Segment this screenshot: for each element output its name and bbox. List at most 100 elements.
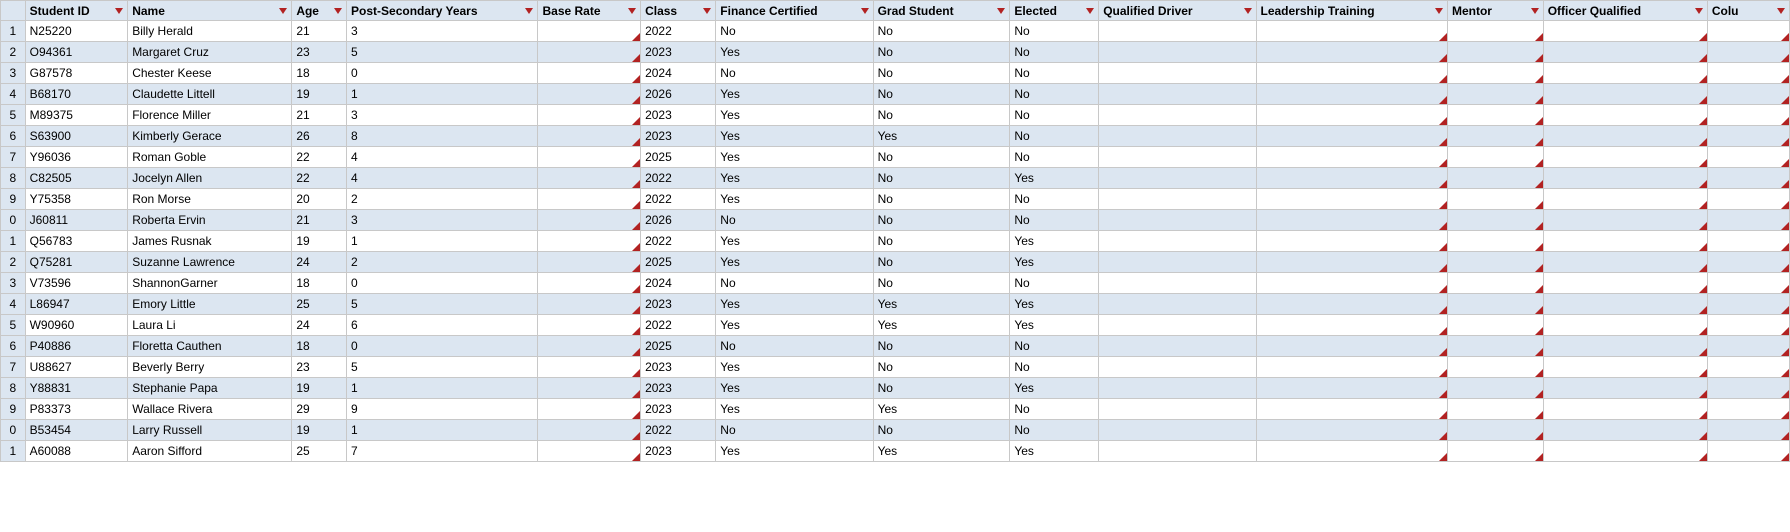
post-sec-cell[interactable]: 4: [347, 168, 538, 189]
table-row[interactable]: 6S63900Kimberly Gerace2682023YesYesNo: [1, 126, 1790, 147]
student-id-cell[interactable]: B53454: [25, 420, 128, 441]
elected-cell[interactable]: Yes: [1010, 294, 1099, 315]
grad-cell[interactable]: Yes: [873, 126, 1010, 147]
mentor-cell[interactable]: [1447, 231, 1543, 252]
leadership-cell[interactable]: [1256, 84, 1447, 105]
age-cell[interactable]: 25: [292, 441, 347, 462]
elected-cell[interactable]: No: [1010, 189, 1099, 210]
officer-cell[interactable]: [1543, 147, 1707, 168]
finance-cell[interactable]: No: [716, 210, 873, 231]
finance-cell[interactable]: Yes: [716, 252, 873, 273]
col-header-elected[interactable]: Elected: [1010, 1, 1099, 21]
col-header-name[interactable]: Name: [128, 1, 292, 21]
col-header-mentor[interactable]: Mentor: [1447, 1, 1543, 21]
class-cell[interactable]: 2024: [641, 63, 716, 84]
post-sec-cell[interactable]: 1: [347, 420, 538, 441]
post-sec-cell[interactable]: 2: [347, 252, 538, 273]
leadership-cell[interactable]: [1256, 273, 1447, 294]
officer-cell[interactable]: [1543, 84, 1707, 105]
student-id-cell[interactable]: O94361: [25, 42, 128, 63]
col-header-base-rate[interactable]: Base Rate: [538, 1, 641, 21]
name-cell[interactable]: Aaron Sifford: [128, 441, 292, 462]
elected-cell[interactable]: Yes: [1010, 168, 1099, 189]
post-sec-cell[interactable]: 1: [347, 231, 538, 252]
leadership-cell[interactable]: [1256, 126, 1447, 147]
extra-cell[interactable]: [1707, 63, 1789, 84]
post-sec-cell[interactable]: 3: [347, 21, 538, 42]
base-rate-cell[interactable]: [538, 231, 641, 252]
age-cell[interactable]: 20: [292, 189, 347, 210]
finance-cell[interactable]: No: [716, 420, 873, 441]
student-id-cell[interactable]: Y88831: [25, 378, 128, 399]
table-row[interactable]: 8Y88831Stephanie Papa1912023YesNoYes: [1, 378, 1790, 399]
table-row[interactable]: 2O94361Margaret Cruz2352023YesNoNo: [1, 42, 1790, 63]
qual-driver-cell[interactable]: [1099, 357, 1256, 378]
officer-cell[interactable]: [1543, 168, 1707, 189]
grad-cell[interactable]: Yes: [873, 441, 1010, 462]
mentor-cell[interactable]: [1447, 63, 1543, 84]
qual-driver-cell[interactable]: [1099, 126, 1256, 147]
mentor-cell[interactable]: [1447, 189, 1543, 210]
leadership-cell[interactable]: [1256, 189, 1447, 210]
class-cell[interactable]: 2023: [641, 42, 716, 63]
extra-cell[interactable]: [1707, 315, 1789, 336]
age-cell[interactable]: 23: [292, 357, 347, 378]
mentor-cell[interactable]: [1447, 273, 1543, 294]
post-sec-cell[interactable]: 3: [347, 210, 538, 231]
leadership-cell[interactable]: [1256, 147, 1447, 168]
table-row[interactable]: 3V73596ShannonGarner1802024NoNoNo: [1, 273, 1790, 294]
base-rate-cell[interactable]: [538, 294, 641, 315]
base-rate-cell[interactable]: [538, 420, 641, 441]
mentor-cell[interactable]: [1447, 357, 1543, 378]
name-cell[interactable]: Stephanie Papa: [128, 378, 292, 399]
col-header-student-id[interactable]: Student ID: [25, 1, 128, 21]
name-cell[interactable]: Jocelyn Allen: [128, 168, 292, 189]
name-cell[interactable]: ShannonGarner: [128, 273, 292, 294]
mentor-cell[interactable]: [1447, 126, 1543, 147]
table-row[interactable]: 0J60811Roberta Ervin2132026NoNoNo: [1, 210, 1790, 231]
base-rate-cell[interactable]: [538, 252, 641, 273]
table-row[interactable]: 7Y96036Roman Goble2242025YesNoNo: [1, 147, 1790, 168]
filter-arrow-qual-driver[interactable]: [1244, 8, 1252, 14]
name-cell[interactable]: Billy Herald: [128, 21, 292, 42]
class-cell[interactable]: 2024: [641, 273, 716, 294]
elected-cell[interactable]: Yes: [1010, 441, 1099, 462]
post-sec-cell[interactable]: 5: [347, 357, 538, 378]
name-cell[interactable]: Ron Morse: [128, 189, 292, 210]
age-cell[interactable]: 24: [292, 252, 347, 273]
grad-cell[interactable]: Yes: [873, 294, 1010, 315]
elected-cell[interactable]: Yes: [1010, 252, 1099, 273]
elected-cell[interactable]: No: [1010, 84, 1099, 105]
base-rate-cell[interactable]: [538, 189, 641, 210]
base-rate-cell[interactable]: [538, 357, 641, 378]
finance-cell[interactable]: No: [716, 273, 873, 294]
finance-cell[interactable]: Yes: [716, 42, 873, 63]
finance-cell[interactable]: Yes: [716, 378, 873, 399]
base-rate-cell[interactable]: [538, 147, 641, 168]
finance-cell[interactable]: Yes: [716, 315, 873, 336]
class-cell[interactable]: 2025: [641, 147, 716, 168]
qual-driver-cell[interactable]: [1099, 273, 1256, 294]
col-header-qual-driver[interactable]: Qualified Driver: [1099, 1, 1256, 21]
elected-cell[interactable]: Yes: [1010, 378, 1099, 399]
finance-cell[interactable]: No: [716, 63, 873, 84]
post-sec-cell[interactable]: 0: [347, 336, 538, 357]
qual-driver-cell[interactable]: [1099, 168, 1256, 189]
grad-cell[interactable]: No: [873, 105, 1010, 126]
name-cell[interactable]: Margaret Cruz: [128, 42, 292, 63]
base-rate-cell[interactable]: [538, 273, 641, 294]
extra-cell[interactable]: [1707, 441, 1789, 462]
qual-driver-cell[interactable]: [1099, 42, 1256, 63]
col-header-officer[interactable]: Officer Qualified: [1543, 1, 1707, 21]
post-sec-cell[interactable]: 1: [347, 84, 538, 105]
elected-cell[interactable]: Yes: [1010, 315, 1099, 336]
mentor-cell[interactable]: [1447, 147, 1543, 168]
student-id-cell[interactable]: Y96036: [25, 147, 128, 168]
grad-cell[interactable]: No: [873, 378, 1010, 399]
leadership-cell[interactable]: [1256, 357, 1447, 378]
class-cell[interactable]: 2023: [641, 294, 716, 315]
mentor-cell[interactable]: [1447, 420, 1543, 441]
finance-cell[interactable]: Yes: [716, 357, 873, 378]
class-cell[interactable]: 2023: [641, 105, 716, 126]
qual-driver-cell[interactable]: [1099, 147, 1256, 168]
